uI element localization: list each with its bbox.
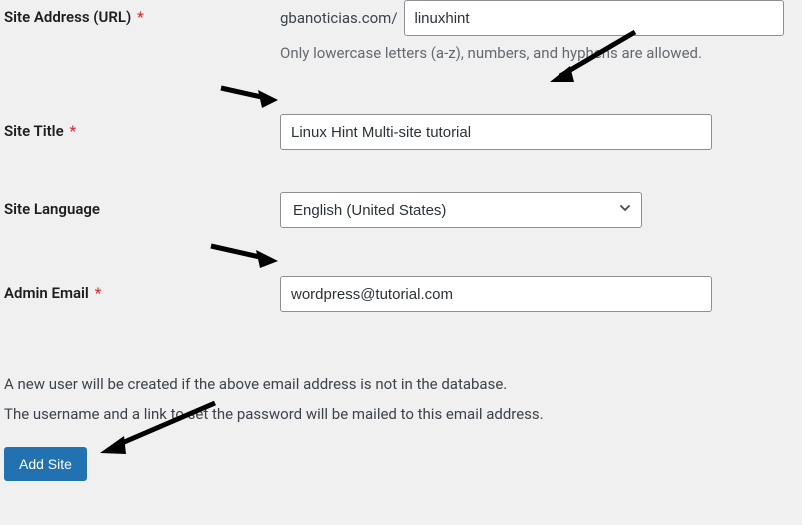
admin-email-input[interactable]	[280, 276, 712, 312]
field-admin-email	[280, 276, 802, 312]
label-text: Site Title	[4, 122, 64, 140]
info-line-1: A new user will be created if the above …	[0, 368, 802, 398]
add-site-button[interactable]: Add Site	[4, 447, 87, 481]
label-site-address: Site Address (URL) *	[0, 0, 280, 26]
site-address-input[interactable]	[404, 0, 784, 36]
label-site-title: Site Title *	[0, 114, 280, 140]
info-line-2: The username and a link to set the passw…	[0, 398, 802, 428]
site-title-input[interactable]	[280, 114, 712, 150]
site-language-select[interactable]: English (United States)	[280, 192, 642, 228]
site-address-hint: Only lowercase letters (a-z), numbers, a…	[280, 44, 802, 62]
required-marker: *	[69, 122, 76, 140]
annotation-arrow-icon	[216, 80, 286, 110]
label-text: Site Language	[4, 200, 100, 218]
label-text: Site Address (URL)	[4, 8, 131, 26]
label-text: Admin Email	[4, 284, 89, 302]
label-admin-email: Admin Email *	[0, 276, 280, 302]
submit-row: Add Site	[0, 427, 802, 481]
required-marker: *	[95, 284, 102, 302]
annotation-arrow-icon	[206, 238, 286, 268]
field-site-title	[280, 114, 802, 150]
field-site-language: English (United States)	[280, 192, 802, 228]
required-marker: *	[137, 8, 144, 26]
field-site-address: gbanoticias.com/ Only lowercase letters …	[280, 0, 802, 62]
row-admin-email: Admin Email *	[0, 276, 802, 322]
row-site-address: Site Address (URL) * gbanoticias.com/ On…	[0, 0, 802, 72]
info-text-block: A new user will be created if the above …	[0, 368, 802, 427]
url-prefix: gbanoticias.com/	[280, 9, 398, 27]
label-site-language: Site Language	[0, 192, 280, 218]
select-wrap: English (United States)	[280, 192, 642, 228]
row-site-language: Site Language English (United States)	[0, 192, 802, 238]
row-site-title: Site Title *	[0, 114, 802, 160]
